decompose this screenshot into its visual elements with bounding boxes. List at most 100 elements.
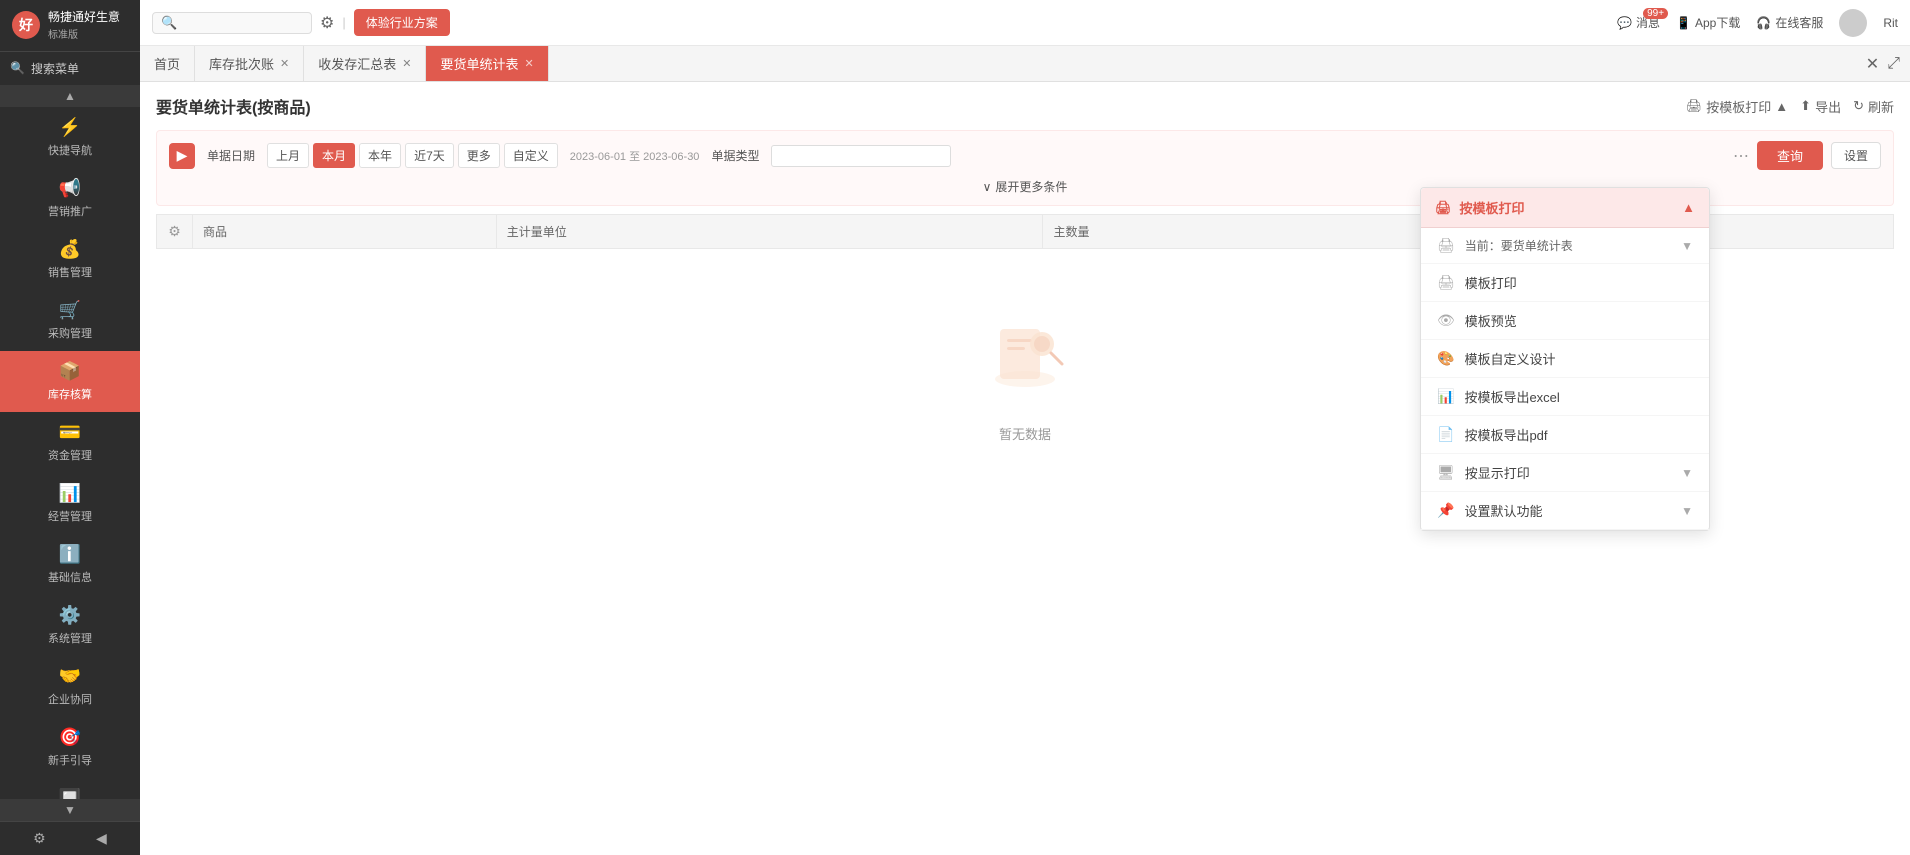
dropdown-template-preview[interactable]: 👁 模板预览 <box>1421 302 1709 339</box>
topbar-search-box[interactable]: 🔍 <box>152 12 312 34</box>
sidebar-item-quicknav[interactable]: ⚡ 快捷导航 <box>0 107 140 168</box>
main-area: 🔍 ⚙ | 体验行业方案 💬 消息 99+ 📱 App下载 🎧 在线客服 Rit <box>140 0 1910 855</box>
dropdown-display-print[interactable]: 🖥 按显示打印 ▼ <box>1421 454 1709 491</box>
default-func-arrow: ▼ <box>1681 504 1693 518</box>
sidebar-item-label: 库存核算 <box>48 386 92 402</box>
col-quantity: 主数量 <box>1043 215 1428 249</box>
dropdown-template-design[interactable]: 🎨 模板自定义设计 <box>1421 340 1709 377</box>
sidebar-item-label: 企业协同 <box>48 691 92 707</box>
sidebar-item-marketing[interactable]: 📢 营销推广 <box>0 168 140 229</box>
tab-order-stats[interactable]: 要货单统计表 ✕ <box>426 46 548 82</box>
tab-inventory-batch[interactable]: 库存批次账 ✕ <box>195 46 304 82</box>
dropdown-default-func-section: 📌 设置默认功能 ▼ <box>1421 492 1709 530</box>
display-print-icon: 🖥 <box>1437 464 1455 481</box>
purchase-icon: 🛒 <box>59 300 81 321</box>
date-btn-prev-month[interactable]: 上月 <box>267 143 309 168</box>
scroll-up-btn[interactable]: ▲ <box>0 85 140 107</box>
sidebar-item-basics[interactable]: ℹ️ 基础信息 <box>0 534 140 595</box>
sidebar-footer: ⚙ ◀ <box>0 821 140 855</box>
date-btn-more[interactable]: 更多 <box>458 143 500 168</box>
sales-icon: 💰 <box>59 239 81 260</box>
tabbar-actions: ✕ ⤢ <box>1856 54 1910 74</box>
tab-home[interactable]: 首页 <box>140 46 195 82</box>
dropdown-template-print[interactable]: 🖨 模板打印 <box>1421 264 1709 301</box>
logo-icon: 好 <box>12 11 40 39</box>
maximize-tab-btn[interactable]: ⤢ <box>1887 55 1900 73</box>
template-preview-icon: 👁 <box>1437 312 1455 329</box>
dropdown-default-func[interactable]: 📌 设置默认功能 ▼ <box>1421 492 1709 529</box>
topbar-gear-icon[interactable]: ⚙ <box>320 13 334 33</box>
app-download-btn[interactable]: 📱 App下载 <box>1676 14 1740 31</box>
template-print-icon: 🖨 <box>1437 274 1455 291</box>
tab-home-label: 首页 <box>154 54 180 73</box>
guide-icon: 🎯 <box>59 727 81 748</box>
print-template-btn[interactable]: 🖨 按模板打印 ▲ <box>1686 97 1788 116</box>
export-excel-label: 按模板导出excel <box>1464 387 1559 406</box>
finance-icon: 💳 <box>59 422 81 443</box>
trial-btn[interactable]: 体验行业方案 <box>354 9 450 36</box>
sidebar-item-label: 销售管理 <box>48 264 92 280</box>
type-select[interactable] <box>771 145 951 167</box>
sidebar-item-purchase[interactable]: 🛒 采购管理 <box>0 290 140 351</box>
sidebar-item-collab[interactable]: 🤝 企业协同 <box>0 656 140 717</box>
page-title: 要货单统计表(按商品) <box>156 94 311 118</box>
sidebar-item-sales[interactable]: 💰 销售管理 <box>0 229 140 290</box>
print-template-label: 按模板打印 <box>1706 97 1771 116</box>
display-print-arrow: ▼ <box>1681 466 1693 480</box>
tab-order-stats-close[interactable]: ✕ <box>525 57 534 70</box>
messages-btn[interactable]: 💬 消息 99+ <box>1617 14 1660 31</box>
date-btn-7days[interactable]: 近7天 <box>405 143 454 168</box>
dropdown-close-arrow[interactable]: ▲ <box>1682 200 1695 215</box>
settings-btn[interactable]: 设置 <box>1831 142 1881 169</box>
expand-chevron-icon: ∨ <box>983 180 992 194</box>
app-version: 标准版 <box>48 26 120 41</box>
dropdown-header: 🖨 按模板打印 ▲ <box>1421 188 1709 228</box>
sidebar-item-label: 快捷导航 <box>48 142 92 158</box>
dropdown-current-item[interactable]: 🖨 当前：要货单统计表 ▼ <box>1421 228 1709 263</box>
table-settings-icon[interactable]: ⚙ <box>168 223 181 239</box>
filter-expand-btn[interactable]: ∨ 展开更多条件 <box>983 178 1068 195</box>
filter-more-icon[interactable]: ⋯ <box>1733 146 1749 166</box>
close-tab-btn[interactable]: ✕ <box>1866 54 1879 74</box>
sidebar-settings-btn[interactable]: ⚙ <box>33 830 46 847</box>
dropdown-export-excel[interactable]: 📊 按模板导出excel <box>1421 378 1709 415</box>
query-btn[interactable]: 查询 <box>1757 141 1823 170</box>
sidebar-collapse-btn[interactable]: ◀ <box>96 830 107 847</box>
refresh-icon: ↻ <box>1853 98 1864 114</box>
scroll-down-btn[interactable]: ▼ <box>0 799 140 821</box>
date-btn-custom[interactable]: 自定义 <box>504 143 558 168</box>
dropdown-export-pdf[interactable]: 📄 按模板导出pdf <box>1421 416 1709 453</box>
page-actions: 🖨 按模板打印 ▲ ⬆ 导出 ↻ 刷新 <box>1686 97 1894 116</box>
sidebar-item-label: 营销推广 <box>48 203 92 219</box>
apps-icon: 🔲 <box>59 788 81 799</box>
filter-toggle-btn[interactable]: ▶ <box>169 143 195 169</box>
online-service-btn[interactable]: 🎧 在线客服 <box>1756 14 1823 31</box>
tab-receivable-summary-close[interactable]: ✕ <box>402 57 411 70</box>
search-icon: 🔍 <box>10 61 25 75</box>
export-icon: ⬆ <box>1800 98 1811 114</box>
date-btn-this-month[interactable]: 本月 <box>313 143 355 168</box>
system-icon: ⚙️ <box>59 605 81 626</box>
refresh-btn[interactable]: ↻ 刷新 <box>1853 97 1894 116</box>
sidebar-item-operations[interactable]: 📊 经营管理 <box>0 473 140 534</box>
dropdown-current-label: 当前：要货单统计表 <box>1465 237 1573 254</box>
col-settings[interactable]: ⚙ <box>157 215 193 249</box>
dropdown-title: 🖨 按模板打印 <box>1435 198 1525 217</box>
sidebar-item-inventory[interactable]: 📦 库存核算 <box>0 351 140 412</box>
search-menu[interactable]: 🔍 搜索菜单 <box>0 52 140 85</box>
sidebar-item-system[interactable]: ⚙️ 系统管理 <box>0 595 140 656</box>
sidebar-item-finance[interactable]: 💳 资金管理 <box>0 412 140 473</box>
tab-receivable-summary[interactable]: 收发存汇总表 ✕ <box>304 46 426 82</box>
export-btn[interactable]: ⬆ 导出 <box>1800 97 1841 116</box>
online-service-icon: 🎧 <box>1756 16 1771 30</box>
topbar-search-input[interactable] <box>181 16 291 30</box>
date-btn-this-year[interactable]: 本年 <box>359 143 401 168</box>
sidebar-item-apps[interactable]: 🔲 应用中心 <box>0 778 140 799</box>
marketing-icon: 📢 <box>59 178 81 199</box>
sidebar-item-label: 采购管理 <box>48 325 92 341</box>
default-func-icon: 📌 <box>1437 502 1454 519</box>
filter-row: ▶ 单据日期 上月 本月 本年 近7天 更多 自定义 2023-06-01 至 … <box>169 141 1881 170</box>
sidebar-item-guide[interactable]: 🎯 新手引导 <box>0 717 140 778</box>
tab-inventory-batch-close[interactable]: ✕ <box>280 57 289 70</box>
messages-badge: 99+ <box>1643 8 1668 19</box>
